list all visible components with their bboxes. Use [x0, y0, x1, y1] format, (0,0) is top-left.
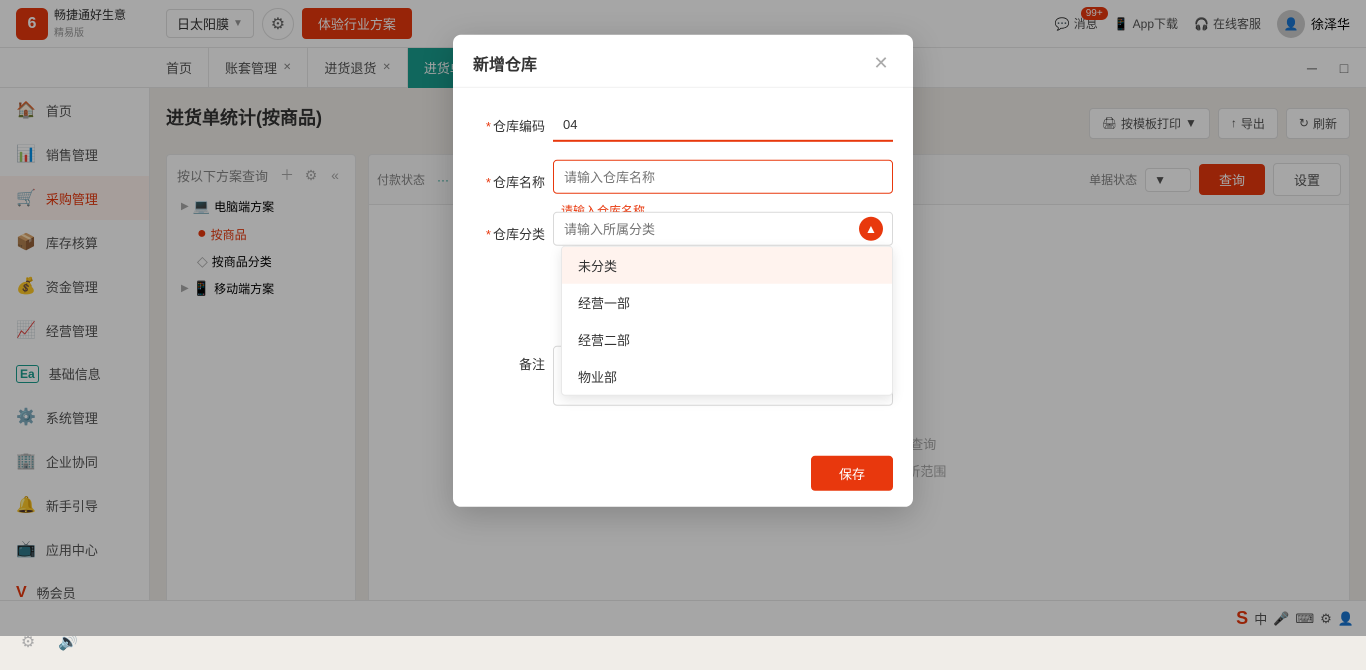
save-button[interactable]: 保存: [811, 456, 893, 491]
category-input[interactable]: [553, 212, 893, 246]
dialog-body: 仓库编码 仓库名称 请输入仓库名称 仓库分类 ▲ 未分类 经营一部: [453, 88, 913, 444]
dialog-close-button[interactable]: ✕: [869, 51, 893, 75]
code-input[interactable]: [553, 108, 893, 142]
dropdown-option-dept3[interactable]: 物业部: [562, 358, 892, 395]
remark-label: 备注: [473, 346, 553, 373]
dialog-footer: 保存: [453, 444, 913, 507]
category-dropdown-toggle[interactable]: ▲: [859, 217, 883, 241]
dropdown-option-dept1[interactable]: 经营一部: [562, 284, 892, 321]
form-row-name: 仓库名称 请输入仓库名称: [473, 160, 893, 194]
code-label: 仓库编码: [473, 108, 553, 135]
name-label: 仓库名称: [473, 163, 553, 190]
category-input-wrap: ▲: [553, 212, 893, 246]
dropdown-option-uncategorized[interactable]: 未分类: [562, 247, 892, 284]
form-row-code: 仓库编码: [473, 108, 893, 142]
dialog-title: 新增仓库: [473, 51, 537, 75]
name-input[interactable]: [553, 160, 893, 194]
new-warehouse-dialog: 新增仓库 ✕ 仓库编码 仓库名称 请输入仓库名称 仓库分类 ▲: [453, 35, 913, 507]
dropdown-option-dept2[interactable]: 经营二部: [562, 321, 892, 358]
dialog-header: 新增仓库 ✕: [453, 35, 913, 88]
form-row-category: 仓库分类 ▲ 未分类 经营一部 经营二部 物业部: [473, 212, 893, 246]
category-dropdown-list: 未分类 经营一部 经营二部 物业部: [561, 246, 893, 396]
category-label: 仓库分类: [473, 215, 553, 242]
